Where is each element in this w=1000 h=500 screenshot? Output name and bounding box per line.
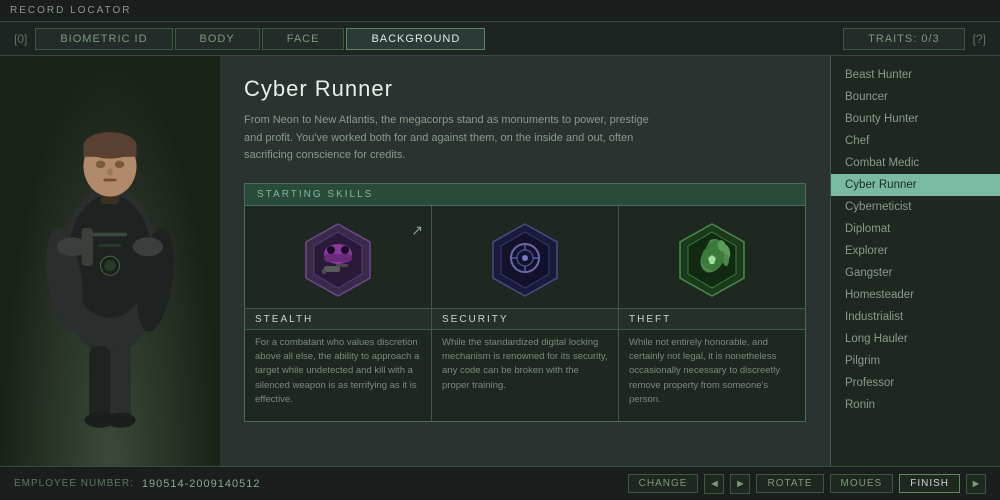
- sidebar-item-explorer[interactable]: Explorer: [831, 240, 1000, 262]
- skill-icon-security: [432, 206, 618, 308]
- cursor-icon: ↗: [411, 222, 423, 239]
- tab-body[interactable]: BODY: [175, 28, 260, 50]
- app-title: RECORD LOCATOR: [10, 5, 132, 16]
- top-bar: RECORD LOCATOR: [0, 0, 1000, 22]
- stealth-desc: For a combatant who values discretion ab…: [245, 330, 431, 413]
- finish-arrow[interactable]: ►: [966, 474, 986, 494]
- moues-button[interactable]: MOUES: [830, 474, 894, 493]
- sidebar-item-homesteader[interactable]: Homesteader: [831, 284, 1000, 306]
- skills-header: STARTING SKILLS: [245, 184, 805, 206]
- tab-background[interactable]: BACKGROUND: [346, 28, 485, 50]
- background-list: Beast Hunter Bouncer Bounty Hunter Chef …: [830, 56, 1000, 466]
- theft-hexagon: [672, 220, 752, 300]
- change-button[interactable]: CHANGE: [628, 474, 699, 493]
- prev-button[interactable]: ◄: [704, 474, 724, 494]
- sidebar-item-industrialist[interactable]: Industrialist: [831, 306, 1000, 328]
- skill-card-stealth: ↗: [245, 206, 432, 421]
- security-desc: While the standardized digital locking m…: [432, 330, 618, 399]
- main-content: Cyber Runner From Neon to New Atlantis, …: [0, 56, 1000, 466]
- sidebar-item-pilgrim[interactable]: Pilgrim: [831, 350, 1000, 372]
- employee-number: 190514-2009140512: [142, 478, 261, 490]
- security-hexagon: [485, 220, 565, 300]
- theft-desc: While not entirely honorable, and certai…: [619, 330, 805, 413]
- left-bracket: [0]: [8, 32, 33, 46]
- skill-icon-stealth: ↗: [245, 206, 431, 308]
- sidebar-item-professor[interactable]: Professor: [831, 372, 1000, 394]
- sidebar-item-gangster[interactable]: Gangster: [831, 262, 1000, 284]
- stealth-name: STEALTH: [245, 308, 431, 330]
- background-name: Cyber Runner: [244, 76, 806, 102]
- sidebar-item-long-hauler[interactable]: Long Hauler: [831, 328, 1000, 350]
- tab-traits[interactable]: TRAITS: 0/3: [843, 28, 965, 50]
- right-bracket: [?]: [967, 32, 992, 46]
- tab-biometric[interactable]: BIOMETRIC ID: [35, 28, 172, 50]
- skills-cards: ↗: [245, 206, 805, 421]
- bottom-bar: EMPLOYEE NUMBER: 190514-2009140512 CHANG…: [0, 466, 1000, 500]
- sidebar-item-cyber-runner[interactable]: Cyber Runner: [831, 174, 1000, 196]
- background-description: From Neon to New Atlantis, the megacorps…: [244, 112, 664, 165]
- sidebar-item-beast-hunter[interactable]: Beast Hunter: [831, 64, 1000, 86]
- sidebar-item-combat-medic[interactable]: Combat Medic: [831, 152, 1000, 174]
- center-content: Cyber Runner From Neon to New Atlantis, …: [220, 56, 830, 466]
- skill-card-theft: THEFT While not entirely honorable, and …: [619, 206, 805, 421]
- sidebar-item-diplomat[interactable]: Diplomat: [831, 218, 1000, 240]
- skills-section: STARTING SKILLS ↗: [244, 183, 806, 422]
- sidebar-item-cyberneticist[interactable]: Cyberneticist: [831, 196, 1000, 218]
- security-name: SECURITY: [432, 308, 618, 330]
- portrait-area: [0, 56, 220, 466]
- character-portrait: [20, 81, 200, 441]
- bottom-buttons: CHANGE ◄ ► ROTATE MOUES FINISH ►: [628, 474, 986, 494]
- stealth-hexagon: [298, 220, 378, 300]
- next-button[interactable]: ►: [730, 474, 750, 494]
- employee-label: EMPLOYEE NUMBER:: [14, 478, 134, 489]
- sidebar-item-ronin[interactable]: Ronin: [831, 394, 1000, 416]
- skill-icon-theft: [619, 206, 805, 308]
- nav-tabs: [0] BIOMETRIC ID BODY FACE BACKGROUND TR…: [0, 22, 1000, 56]
- sidebar-item-bounty-hunter[interactable]: Bounty Hunter: [831, 108, 1000, 130]
- sidebar-item-chef[interactable]: Chef: [831, 130, 1000, 152]
- rotate-button[interactable]: ROTATE: [756, 474, 823, 493]
- sidebar-item-bouncer[interactable]: Bouncer: [831, 86, 1000, 108]
- skill-card-security: SECURITY While the standardized digital …: [432, 206, 619, 421]
- finish-button[interactable]: FINISH: [899, 474, 960, 493]
- tab-face[interactable]: FACE: [262, 28, 345, 50]
- theft-name: THEFT: [619, 308, 805, 330]
